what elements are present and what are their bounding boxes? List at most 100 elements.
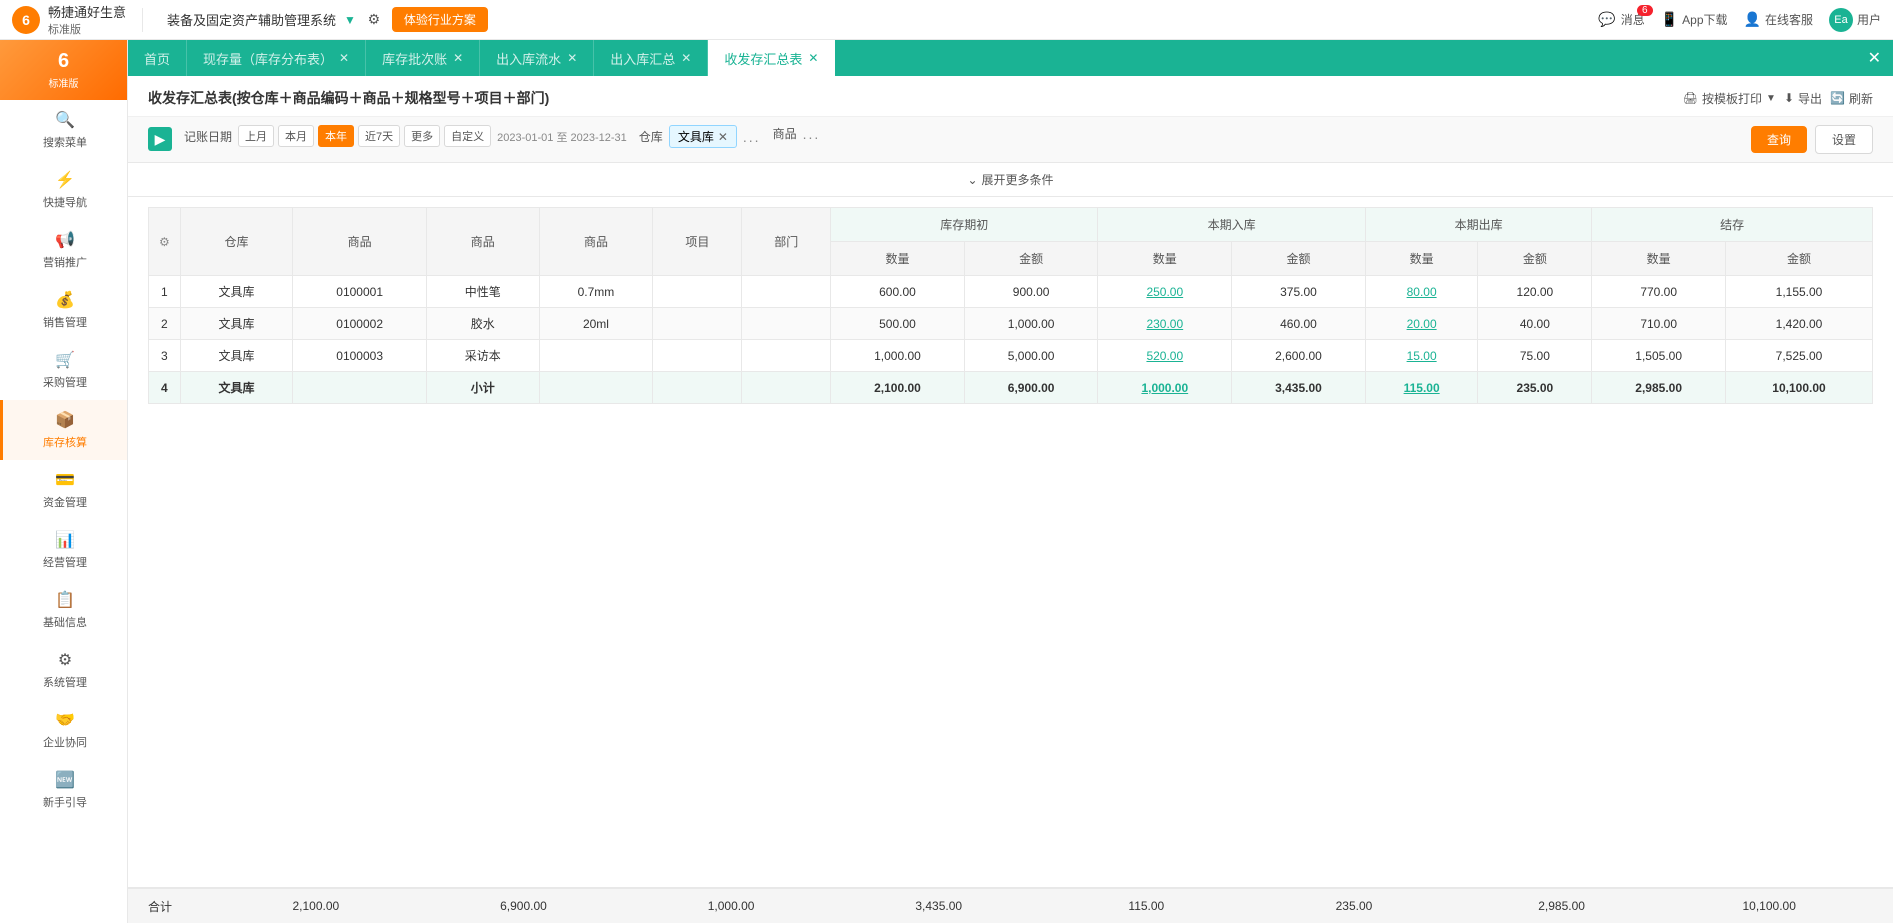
tab-close-io-flow[interactable]: ✕ — [567, 52, 577, 64]
sidebar-item-inventory[interactable]: 📦 库存核算 — [0, 400, 127, 460]
date-btn-this-year[interactable]: 本年 — [318, 125, 354, 147]
total-in-amt: 3,435.00 — [835, 899, 1043, 913]
th-out-amt: 金额 — [1478, 242, 1592, 276]
sidebar-item-system[interactable]: ⚙ 系统管理 — [0, 640, 127, 700]
table-row-project — [653, 308, 742, 340]
expand-conditions-btn[interactable]: ⌄ 展开更多条件 — [959, 167, 1061, 192]
warehouse-tag-close[interactable]: ✕ — [718, 130, 728, 144]
date-btn-custom[interactable]: 自定义 — [444, 125, 491, 147]
settings-icon[interactable]: ⚙ — [364, 10, 384, 30]
mobile-icon: 📱 — [1661, 11, 1678, 28]
table-row-out-amt: 75.00 — [1478, 340, 1592, 372]
goods-filter-label: 商品 — [773, 125, 797, 142]
table-row-opening-amt: 5,000.00 — [964, 340, 1098, 372]
tab-home[interactable]: 首页 — [128, 40, 187, 76]
page-title: 收发存汇总表(按仓库＋商品编码＋商品＋规格型号＋项目＋部门) — [148, 88, 549, 108]
warehouse-filter-label: 仓库 — [639, 128, 663, 145]
table-row-code: 0100003 — [293, 340, 427, 372]
sidebar-item-sales[interactable]: 💰 销售管理 — [0, 280, 127, 340]
sidebar-item-guide[interactable]: 🆕 新手引导 — [0, 760, 127, 820]
table-row-opening-qty: 2,100.00 — [831, 372, 965, 404]
sidebar-item-purchase[interactable]: 🛒 采购管理 — [0, 340, 127, 400]
filter-toggle-btn[interactable]: ▶ — [148, 127, 172, 151]
sales-icon: 💰 — [55, 290, 75, 310]
sidebar-item-quick[interactable]: ⚡ 快捷导航 — [0, 160, 127, 220]
tab-close-io-summary[interactable]: ✕ — [681, 52, 691, 64]
table-row-balance-qty: 1,505.00 — [1592, 340, 1726, 372]
date-btn-7days[interactable]: 近7天 — [358, 125, 400, 147]
table-row-code: 0100001 — [293, 276, 427, 308]
table-row-code: 0100002 — [293, 308, 427, 340]
sidebar-logo: 6 标准版 — [0, 40, 127, 100]
total-opening-amt: 6,900.00 — [420, 899, 628, 913]
sidebar-item-enterprise[interactable]: 🤝 企业协同 — [0, 700, 127, 760]
expand-row: ⌄ 展开更多条件 — [128, 163, 1893, 197]
enterprise-icon: 🤝 — [55, 710, 75, 730]
quick-icon: ⚡ — [55, 170, 75, 190]
query-btn[interactable]: 查询 — [1751, 126, 1807, 153]
sidebar-item-search[interactable]: 🔍 搜索菜单 — [0, 100, 127, 160]
sidebar-item-finance[interactable]: 💳 资金管理 — [0, 460, 127, 520]
tab-stock-summary[interactable]: 收发存汇总表 ✕ — [708, 40, 835, 76]
table-row-in-qty[interactable]: 520.00 — [1098, 340, 1232, 372]
print-template-btn[interactable]: 🖨 按模板打印 ▼ — [1683, 90, 1776, 107]
tab-bar-close[interactable]: ✕ — [1856, 48, 1893, 68]
service-icon: 👤 — [1744, 11, 1761, 28]
table-row-opening-amt: 900.00 — [964, 276, 1098, 308]
table-row-out-qty[interactable]: 20.00 — [1365, 308, 1478, 340]
tab-inventory-dist[interactable]: 现存量（库存分布表） ✕ — [187, 40, 366, 76]
tab-io-flow[interactable]: 出入库流水 ✕ — [480, 40, 594, 76]
th-in: 本期入库 — [1098, 208, 1365, 242]
table-row-in-qty[interactable]: 1,000.00 — [1098, 372, 1232, 404]
tab-close-batch-ledger[interactable]: ✕ — [453, 52, 463, 64]
table-row-name: 中性笔 — [426, 276, 539, 308]
sidebar-item-basic-info[interactable]: 📋 基础信息 — [0, 580, 127, 640]
table-row-opening-qty: 1,000.00 — [831, 340, 965, 372]
sidebar-item-marketing[interactable]: 📢 营销推广 — [0, 220, 127, 280]
table-settings-icon[interactable]: ⚙ — [159, 235, 170, 249]
total-cells: 2,100.00 6,900.00 1,000.00 3,435.00 115.… — [212, 899, 1873, 913]
app-download-btn[interactable]: 📱 App下载 — [1661, 11, 1728, 28]
th-out: 本期出库 — [1365, 208, 1592, 242]
total-label: 合计 — [148, 898, 172, 915]
table-row-in-qty[interactable]: 230.00 — [1098, 308, 1232, 340]
top-bar-right: 💬 6 消息 📱 App下载 👤 在线客服 Ea 用户 — [1598, 8, 1881, 32]
basic-info-icon: 📋 — [55, 590, 75, 610]
table-row-spec — [539, 340, 653, 372]
warehouse-more[interactable]: ... — [743, 129, 761, 145]
table-row-opening-qty: 500.00 — [831, 308, 965, 340]
tab-close-inventory-dist[interactable]: ✕ — [339, 52, 349, 64]
export-btn[interactable]: ⬇ 导出 — [1784, 90, 1822, 107]
app-container: 6 畅捷通好生意 标准版 装备及固定资产辅助管理系统 ▼ ⚙ 体验行业方案 💬 … — [0, 0, 1893, 923]
trial-btn[interactable]: 体验行业方案 — [392, 7, 488, 32]
online-service-btn[interactable]: 👤 在线客服 — [1744, 11, 1813, 28]
table-row-spec: 20ml — [539, 308, 653, 340]
message-btn[interactable]: 💬 6 消息 — [1598, 11, 1645, 28]
table-row-no: 2 — [149, 308, 181, 340]
date-btn-this-month[interactable]: 本月 — [278, 125, 314, 147]
tab-batch-ledger[interactable]: 库存批次账 ✕ — [366, 40, 480, 76]
table-row-no: 1 — [149, 276, 181, 308]
chevron-down-icon: ⌄ — [967, 173, 977, 187]
filter-settings-btn[interactable]: 设置 — [1815, 125, 1873, 154]
refresh-btn[interactable]: 🔄 刷新 — [1830, 90, 1873, 107]
date-btn-more[interactable]: 更多 — [404, 125, 440, 147]
data-table: ⚙ 仓库 商品 商品 商品 项目 部门 库存期初 本期入库 本期出库 — [148, 207, 1873, 404]
table-row-out-qty[interactable]: 115.00 — [1365, 372, 1478, 404]
table-row-out-qty[interactable]: 80.00 — [1365, 276, 1478, 308]
print-icon: 🖨 — [1683, 91, 1698, 105]
tab-close-stock-summary[interactable]: ✕ — [808, 52, 818, 64]
goods-more[interactable]: ... — [803, 126, 821, 142]
system-dropdown[interactable]: ▼ — [344, 13, 356, 27]
operations-icon: 📊 — [55, 530, 75, 550]
col-settings[interactable]: ⚙ — [149, 208, 181, 276]
table-row-in-qty[interactable]: 250.00 — [1098, 276, 1232, 308]
user-btn[interactable]: Ea 用户 — [1829, 8, 1881, 32]
table-row-in-amt: 375.00 — [1232, 276, 1366, 308]
table-row-out-qty[interactable]: 15.00 — [1365, 340, 1478, 372]
tab-io-summary[interactable]: 出入库汇总 ✕ — [594, 40, 708, 76]
th-opening-amt: 金额 — [964, 242, 1098, 276]
date-btn-last-month[interactable]: 上月 — [238, 125, 274, 147]
marketing-icon: 📢 — [55, 230, 75, 250]
sidebar-item-operations[interactable]: 📊 经营管理 — [0, 520, 127, 580]
